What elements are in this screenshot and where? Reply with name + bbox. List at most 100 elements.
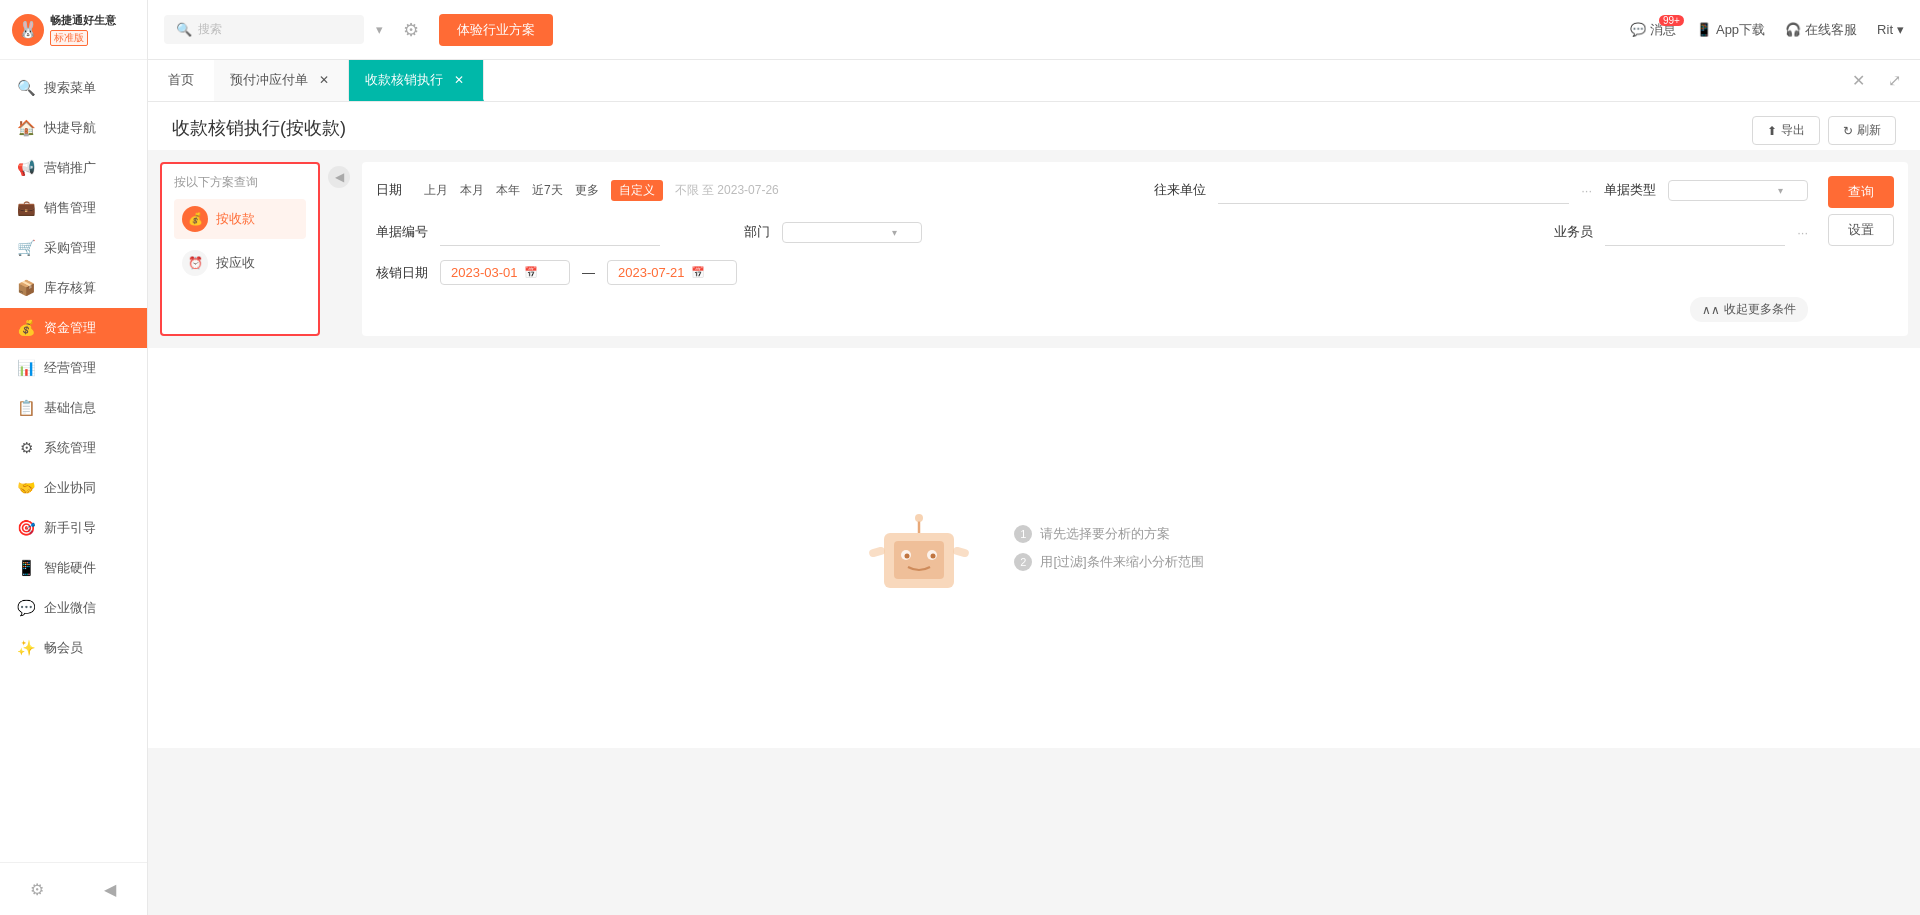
user-menu[interactable]: Rit ▾ bbox=[1877, 22, 1904, 37]
date-btn-this-year[interactable]: 本年 bbox=[496, 182, 520, 199]
purchase-icon: 🛒 bbox=[16, 238, 36, 258]
filter-option-by-receipt[interactable]: 💰 按收款 bbox=[174, 199, 306, 239]
doc-num-input[interactable] bbox=[440, 218, 660, 246]
tip-num-2: 2 bbox=[1014, 553, 1032, 571]
sidebar-item-hardware[interactable]: 📱 智能硬件 bbox=[0, 548, 147, 588]
date-btn-custom[interactable]: 自定义 bbox=[611, 180, 663, 201]
sidebar-item-label: 企业协同 bbox=[44, 479, 96, 497]
filter-scheme-panel: 按以下方案查询 💰 按收款 ⏰ 按应收 bbox=[160, 162, 320, 336]
tip-num-1: 1 bbox=[1014, 525, 1032, 543]
date-btn-7days[interactable]: 近7天 bbox=[532, 182, 563, 199]
date-label: 日期 bbox=[376, 181, 412, 199]
empty-illustration bbox=[864, 493, 974, 603]
empty-state-inner: 1 请先选择要分析的方案 2 用[过滤]条件来缩小分析范围 bbox=[864, 493, 1203, 603]
verify-date-start-input[interactable]: 2023-03-01 📅 bbox=[440, 260, 570, 285]
sidebar-item-sales[interactable]: 💼 销售管理 bbox=[0, 188, 147, 228]
guide-icon: 🎯 bbox=[16, 518, 36, 538]
tabbar-actions: ✕ ⤢ bbox=[1832, 60, 1920, 101]
sidebar-bottom: ⚙ ◀ bbox=[0, 862, 147, 915]
sidebar-item-marketing[interactable]: 📢 营销推广 bbox=[0, 148, 147, 188]
topbar-gear-icon[interactable]: ⚙ bbox=[395, 14, 427, 46]
quicknav-icon: 🏠 bbox=[16, 118, 36, 138]
query-button[interactable]: 查询 bbox=[1828, 176, 1894, 208]
filter-row-verify-date: 核销日期 2023-03-01 📅 — 2023-07-21 📅 bbox=[376, 260, 1808, 285]
refresh-button[interactable]: ↻ 刷新 bbox=[1828, 116, 1896, 145]
svg-rect-1 bbox=[894, 541, 944, 579]
sidebar-item-collab[interactable]: 🤝 企业协同 bbox=[0, 468, 147, 508]
sidebar: 🐰 畅捷通好生意 标准版 🔍 搜索菜单 🏠 快捷导航 📢 营销推广 💼 销售管理… bbox=[0, 0, 148, 915]
topbar-search[interactable]: 🔍 搜索 bbox=[164, 15, 364, 44]
sidebar-item-operations[interactable]: 📊 经营管理 bbox=[0, 348, 147, 388]
counterparty-input[interactable] bbox=[1218, 176, 1569, 204]
setting-button[interactable]: 设置 bbox=[1828, 214, 1894, 246]
collab-icon: 🤝 bbox=[16, 478, 36, 498]
salesperson-label: 业务员 bbox=[1554, 223, 1593, 241]
counterparty-dots[interactable]: ··· bbox=[1581, 183, 1592, 198]
tab-prepay[interactable]: 预付冲应付单 ✕ bbox=[214, 60, 349, 101]
calendar-start-icon: 📅 bbox=[524, 266, 538, 279]
collapse-panel-button[interactable]: ◀ bbox=[328, 166, 350, 188]
date-btn-this-month[interactable]: 本月 bbox=[460, 182, 484, 199]
sidebar-item-quicknav[interactable]: 🏠 快捷导航 bbox=[0, 108, 147, 148]
collapse-more-button[interactable]: ∧∧ 收起更多条件 bbox=[1690, 297, 1808, 322]
user-dropdown-icon: ▾ bbox=[1897, 22, 1904, 37]
sidebar-item-finance[interactable]: 💰 资金管理 bbox=[0, 308, 147, 348]
sidebar-item-search[interactable]: 🔍 搜索菜单 bbox=[0, 68, 147, 108]
doc-type-select[interactable]: ▾ bbox=[1668, 180, 1808, 201]
sidebar-item-label: 智能硬件 bbox=[44, 559, 96, 577]
filter-action-buttons: 查询 设置 bbox=[1828, 176, 1894, 246]
salesperson-dots[interactable]: ··· bbox=[1797, 225, 1808, 240]
wechat-icon: 💬 bbox=[16, 598, 36, 618]
message-button[interactable]: 💬 消息 99+ bbox=[1630, 21, 1676, 39]
app-download-button[interactable]: 📱 App下载 bbox=[1696, 21, 1765, 39]
tab-home[interactable]: 首页 bbox=[148, 60, 214, 101]
tab-close-all-icon[interactable]: ✕ bbox=[1844, 67, 1872, 95]
receipt-option-icon: 💰 bbox=[182, 206, 208, 232]
sales-icon: 💼 bbox=[16, 198, 36, 218]
finance-icon: 💰 bbox=[16, 318, 36, 338]
sidebar-item-inventory[interactable]: 📦 库存核算 bbox=[0, 268, 147, 308]
filter-option-by-receivable[interactable]: ⏰ 按应收 bbox=[174, 243, 306, 283]
collapse-sidebar-icon[interactable]: ◀ bbox=[96, 875, 124, 903]
empty-tip-row-1: 1 请先选择要分析的方案 bbox=[1014, 525, 1203, 543]
receipt-option-label: 按收款 bbox=[216, 210, 255, 228]
logo-badge: 标准版 bbox=[50, 30, 88, 46]
logo-icon: 🐰 bbox=[12, 14, 44, 46]
export-button[interactable]: ⬆ 导出 bbox=[1752, 116, 1820, 145]
empty-svg bbox=[864, 493, 974, 603]
verify-date-end-input[interactable]: 2023-07-21 📅 bbox=[607, 260, 737, 285]
sidebar-item-system[interactable]: ⚙ 系统管理 bbox=[0, 428, 147, 468]
date-btn-more[interactable]: 更多 bbox=[575, 182, 599, 199]
operations-icon: 📊 bbox=[16, 358, 36, 378]
sidebar-item-member[interactable]: ✨ 畅会员 bbox=[0, 628, 147, 668]
marketing-icon: 📢 bbox=[16, 158, 36, 178]
sidebar-nav: 🔍 搜索菜单 🏠 快捷导航 📢 营销推广 💼 销售管理 🛒 采购管理 📦 库存核… bbox=[0, 60, 147, 862]
empty-tips: 1 请先选择要分析的方案 2 用[过滤]条件来缩小分析范围 bbox=[1014, 525, 1203, 571]
tab-close-verify[interactable]: ✕ bbox=[451, 72, 467, 88]
tab-close-prepay[interactable]: ✕ bbox=[316, 72, 332, 88]
salesperson-input[interactable] bbox=[1605, 218, 1785, 246]
dept-arrow: ▾ bbox=[892, 227, 897, 238]
sidebar-item-label: 采购管理 bbox=[44, 239, 96, 257]
doc-type-arrow: ▾ bbox=[1778, 185, 1783, 196]
filter-fields: 日期 上月 本月 本年 近7天 更多 自定义 不限 至 2023-07-26 往… bbox=[362, 162, 1908, 336]
filter-scheme-title: 按以下方案查询 bbox=[174, 174, 306, 191]
sidebar-item-label: 系统管理 bbox=[44, 439, 96, 457]
settings-bottom-icon[interactable]: ⚙ bbox=[23, 875, 51, 903]
sidebar-item-guide[interactable]: 🎯 新手引导 bbox=[0, 508, 147, 548]
online-service-button[interactable]: 🎧 在线客服 bbox=[1785, 21, 1857, 39]
receivable-option-icon: ⏰ bbox=[182, 250, 208, 276]
user-name: Rit bbox=[1877, 22, 1893, 37]
sidebar-item-purchase[interactable]: 🛒 采购管理 bbox=[0, 228, 147, 268]
filter-area: 按以下方案查询 💰 按收款 ⏰ 按应收 ◀ bbox=[148, 150, 1920, 348]
solution-button[interactable]: 体验行业方案 bbox=[439, 14, 553, 46]
tab-verify[interactable]: 收款核销执行 ✕ bbox=[349, 60, 484, 101]
sidebar-item-label: 经营管理 bbox=[44, 359, 96, 377]
sidebar-item-basic[interactable]: 📋 基础信息 bbox=[0, 388, 147, 428]
sidebar-item-wechat[interactable]: 💬 企业微信 bbox=[0, 588, 147, 628]
topbar-dropdown[interactable]: ▾ bbox=[376, 22, 383, 37]
dept-select[interactable]: ▾ bbox=[782, 222, 922, 243]
empty-tip-row-2: 2 用[过滤]条件来缩小分析范围 bbox=[1014, 553, 1203, 571]
tab-expand-icon[interactable]: ⤢ bbox=[1880, 67, 1908, 95]
date-btn-last-month[interactable]: 上月 bbox=[424, 182, 448, 199]
